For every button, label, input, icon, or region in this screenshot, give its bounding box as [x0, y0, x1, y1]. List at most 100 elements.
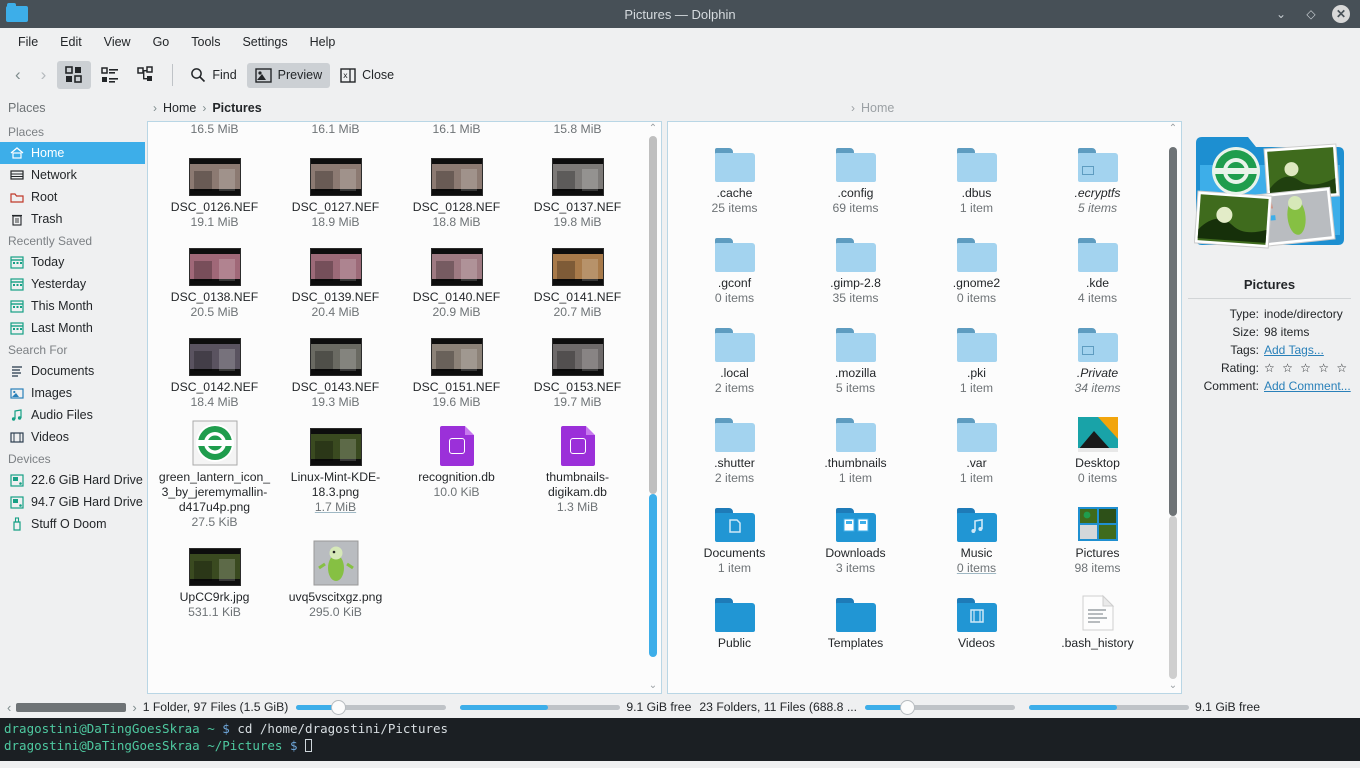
info-value[interactable]: Add Tags... [1264, 341, 1324, 359]
file-item[interactable]: DSC_0127.NEF 18.9 MiB [275, 140, 396, 230]
folder-item[interactable]: .var 1 item [916, 396, 1037, 486]
breadcrumb-home-right[interactable]: Home [861, 101, 894, 115]
zoom-knob[interactable] [900, 699, 915, 715]
file-panel-pictures[interactable]: 16.5 MiB 16.1 MiB 16.1 MiB 15.8 MiB DSC_012… [147, 121, 662, 694]
file-item[interactable]: thumbnails-digikam.db 1.3 MiB [517, 410, 638, 530]
sidebar-item-audio-files[interactable]: Audio Files [0, 404, 145, 426]
status-forward-icon[interactable]: › [126, 700, 142, 715]
sidebar-item-home[interactable]: Home [0, 142, 145, 164]
scroll-down-icon[interactable]: ⌄ [1169, 680, 1177, 692]
folder-item[interactable]: .gnome2 0 items [916, 216, 1037, 306]
file-name: recognition.db [418, 470, 495, 484]
folder-item[interactable]: .dbus 1 item [916, 126, 1037, 216]
forward-button[interactable]: › [32, 65, 56, 85]
file-item[interactable]: DSC_0126.NEF 19.1 MiB [154, 140, 275, 230]
file-item[interactable]: Linux-Mint-KDE-18.3.png 1.7 MiB [275, 410, 396, 530]
left-zoom-slider[interactable] [296, 699, 447, 715]
compact-view-button[interactable] [93, 61, 127, 89]
sidebar-item-root[interactable]: Root [0, 186, 145, 208]
file-item[interactable]: DSC_0138.NEF 20.5 MiB [154, 230, 275, 320]
folder-item[interactable]: .shutter 2 items [674, 396, 795, 486]
scroll-up-icon[interactable]: ⌃ [649, 123, 657, 135]
file-item[interactable]: DSC_0151.NEF 19.6 MiB [396, 320, 517, 410]
close-panel-button[interactable]: x Close [332, 63, 402, 88]
folder-item[interactable]: .cache 25 items [674, 126, 795, 216]
sidebar-item-this-month[interactable]: This Month [0, 295, 145, 317]
file-item[interactable]: UpCC9rk.jpg 531.1 KiB [154, 530, 275, 620]
folder-item[interactable]: .gconf 0 items [674, 216, 795, 306]
folder-item[interactable]: .local 2 items [674, 306, 795, 396]
sidebar-item-stuff-o-doom[interactable]: Stuff O Doom [0, 513, 145, 535]
file-item[interactable]: DSC_0141.NEF 20.7 MiB [517, 230, 638, 320]
info-value[interactable]: ☆ ☆ ☆ ☆ ☆ [1264, 359, 1349, 377]
file-item[interactable]: DSC_0139.NEF 20.4 MiB [275, 230, 396, 320]
zoom-knob[interactable] [331, 699, 347, 715]
scroll-track[interactable] [649, 136, 657, 679]
details-view-button[interactable] [129, 61, 163, 89]
folder-item[interactable]: Templates [795, 576, 916, 651]
status-back-icon[interactable]: ‹ [0, 700, 16, 715]
file-item[interactable]: recognition.db 10.0 KiB [396, 410, 517, 530]
folder-item[interactable]: Documents 1 item [674, 486, 795, 576]
file-item[interactable]: green_lantern_icon_3_by_jeremymallin-d41… [154, 410, 275, 530]
zoom-track[interactable] [296, 699, 447, 715]
embedded-terminal[interactable]: dragostini@DaTingGoesSkraa ~ $ cd /home/… [0, 718, 1360, 761]
folder-item[interactable]: .config 69 items [795, 126, 916, 216]
right-zoom-slider[interactable] [865, 699, 1015, 715]
folder-item[interactable]: .pki 1 item [916, 306, 1037, 396]
menu-settings[interactable]: Settings [232, 31, 297, 53]
file-item[interactable]: DSC_0143.NEF 19.3 MiB [275, 320, 396, 410]
folder-item[interactable]: .bash_history [1037, 576, 1158, 651]
breadcrumb-pictures[interactable]: Pictures [212, 101, 261, 115]
file-item[interactable]: DSC_0137.NEF 19.8 MiB [517, 140, 638, 230]
sidebar-item-22-6-gib-hard-drive[interactable]: 22.6 GiB Hard Drive [0, 469, 145, 491]
folder-item[interactable]: .Private 34 items [1037, 306, 1158, 396]
find-button[interactable]: Find [182, 62, 244, 88]
info-value[interactable]: Add Comment... [1264, 377, 1351, 395]
file-item[interactable]: uvq5vscitxgz.png 295.0 KiB [275, 530, 396, 620]
menu-edit[interactable]: Edit [50, 31, 92, 53]
icons-view-button[interactable] [57, 61, 92, 89]
folder-item[interactable]: .kde 4 items [1037, 216, 1158, 306]
folder-item[interactable]: .gimp-2.8 35 items [795, 216, 916, 306]
sidebar-item-trash[interactable]: Trash [0, 208, 145, 230]
folder-item[interactable]: Pictures 98 items [1037, 486, 1158, 576]
sidebar-item-network[interactable]: Network [0, 164, 145, 186]
left-panel-scrollbar[interactable]: ⌃ ⌄ [646, 123, 660, 692]
folder-item[interactable]: Downloads 3 items [795, 486, 916, 576]
scroll-up-icon[interactable]: ⌃ [1169, 123, 1177, 135]
zoom-track[interactable] [865, 699, 1015, 715]
folder-item[interactable]: .mozilla 5 items [795, 306, 916, 396]
sidebar-item-videos[interactable]: Videos [0, 426, 145, 448]
breadcrumb-home[interactable]: Home [163, 101, 196, 115]
preview-button[interactable]: Preview [246, 62, 331, 88]
menu-help[interactable]: Help [300, 31, 346, 53]
sidebar-item-documents[interactable]: Documents [0, 360, 145, 382]
folder-item[interactable]: Desktop 0 items [1037, 396, 1158, 486]
sidebar-item-today[interactable]: Today [0, 251, 145, 273]
folder-item[interactable]: Music 0 items [916, 486, 1037, 576]
file-panel-home[interactable]: .cache 25 items .config 69 items .dbus 1 item… [667, 121, 1182, 694]
menu-file[interactable]: File [8, 31, 48, 53]
folder-item[interactable]: Videos [916, 576, 1037, 651]
file-item[interactable]: DSC_0142.NEF 18.4 MiB [154, 320, 275, 410]
file-item[interactable]: DSC_0153.NEF 19.7 MiB [517, 320, 638, 410]
right-panel-scrollbar[interactable]: ⌃ ⌄ [1166, 123, 1180, 692]
sidebar-item-yesterday[interactable]: Yesterday [0, 273, 145, 295]
file-item[interactable]: DSC_0140.NEF 20.9 MiB [396, 230, 517, 320]
folder-item[interactable]: .thumbnails 1 item [795, 396, 916, 486]
scroll-thumb[interactable] [649, 494, 657, 658]
back-button[interactable]: ‹ [6, 65, 30, 85]
scroll-down-icon[interactable]: ⌄ [649, 680, 657, 692]
scroll-track[interactable] [1169, 136, 1177, 679]
folder-item[interactable]: .ecryptfs 5 items [1037, 126, 1158, 216]
scroll-thumb[interactable] [1169, 146, 1177, 517]
sidebar-item-94-7-gib-hard-drive[interactable]: 94.7 GiB Hard Drive [0, 491, 145, 513]
menu-tools[interactable]: Tools [181, 31, 230, 53]
menu-go[interactable]: Go [143, 31, 180, 53]
file-item[interactable]: DSC_0128.NEF 18.8 MiB [396, 140, 517, 230]
menu-view[interactable]: View [94, 31, 141, 53]
sidebar-item-last-month[interactable]: Last Month [0, 317, 145, 339]
folder-item[interactable]: Public [674, 576, 795, 651]
sidebar-item-images[interactable]: Images [0, 382, 145, 404]
